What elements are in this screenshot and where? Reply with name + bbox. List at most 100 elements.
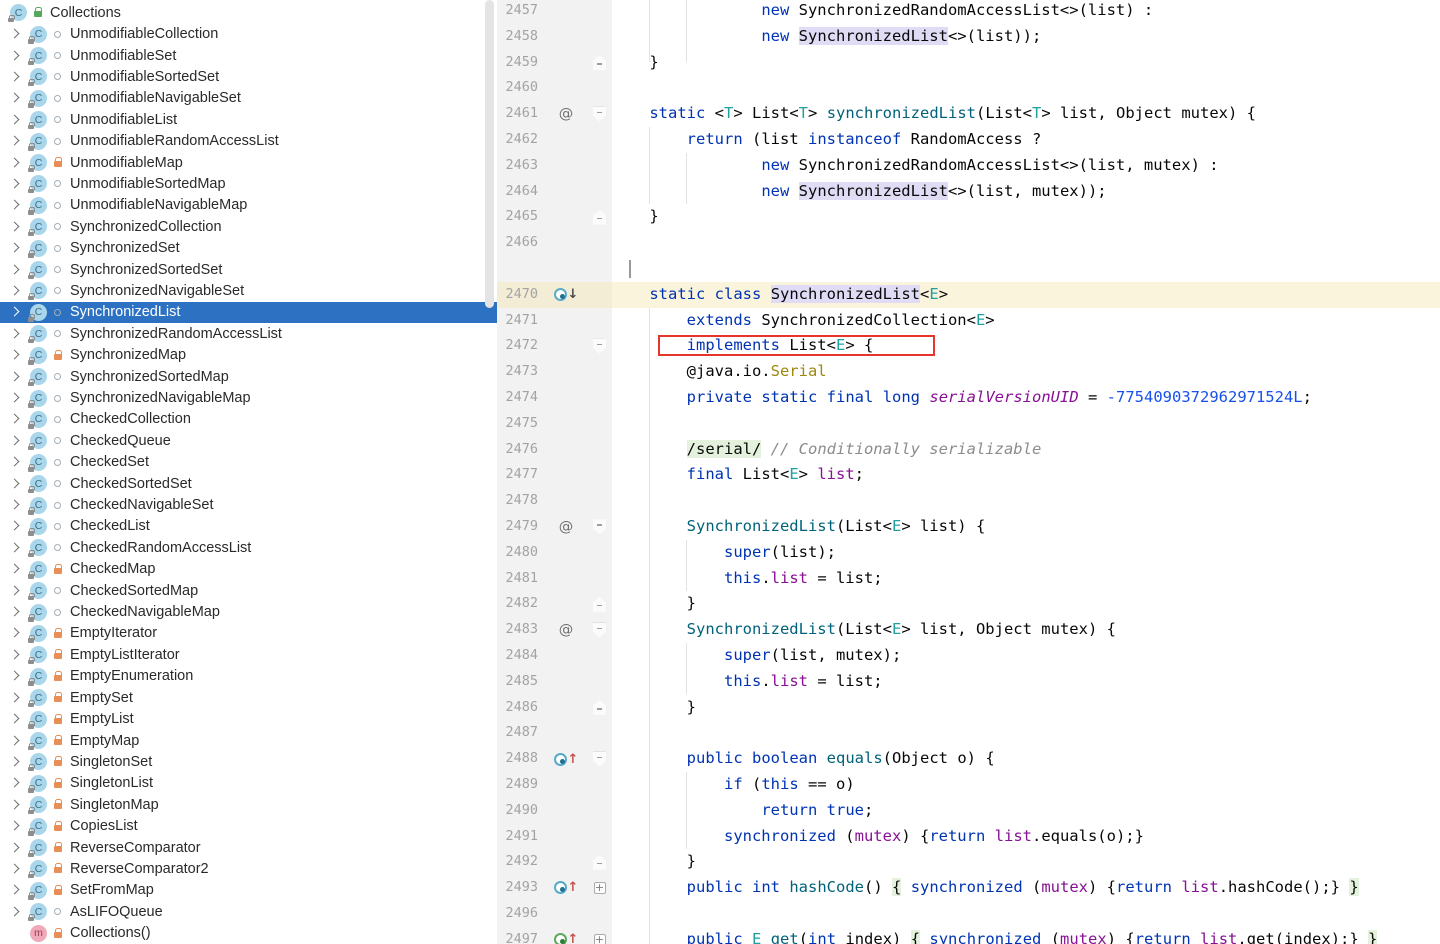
code-line[interactable]: new SynchronizedRandomAccessList<>(list)…	[612, 0, 1440, 24]
code-line[interactable]: }	[612, 204, 1440, 230]
expand-chevron-icon[interactable]	[8, 306, 20, 318]
structure-item[interactable]: C CheckedNavigableMap	[0, 601, 497, 622]
structure-item[interactable]: C CheckedSortedSet	[0, 473, 497, 494]
fold-end-icon[interactable]	[593, 699, 606, 715]
expand-chevron-icon[interactable]	[8, 820, 20, 832]
structure-item[interactable]: C EmptyIterator	[0, 623, 497, 644]
code-line[interactable]: static <T> List<T> synchronizedList(List…	[612, 101, 1440, 127]
structure-item[interactable]: C EmptyListIterator	[0, 644, 497, 665]
structure-item[interactable]: C SynchronizedSet	[0, 237, 497, 258]
code-line[interactable]: new SynchronizedList<>(list, mutex));	[612, 179, 1440, 205]
code-line[interactable]	[612, 488, 1440, 514]
code-line[interactable]: super(list);	[612, 540, 1440, 566]
structure-item[interactable]: m Collections()	[0, 922, 497, 943]
structure-item[interactable]: C SingletonList	[0, 773, 497, 794]
structure-item[interactable]: C AsLIFOQueue	[0, 901, 497, 922]
expand-chevron-icon[interactable]	[8, 392, 20, 404]
structure-item[interactable]: C UnmodifiableCollection	[0, 23, 497, 44]
code-line[interactable]	[612, 230, 1440, 256]
expand-chevron-icon[interactable]	[8, 28, 20, 40]
structure-item[interactable]: C CheckedQueue	[0, 430, 497, 451]
structure-item[interactable]: C SynchronizedSortedSet	[0, 259, 497, 280]
fold-collapse-icon[interactable]	[593, 622, 606, 638]
expand-chevron-icon[interactable]	[8, 435, 20, 447]
code-line[interactable]: if (this == o)	[612, 772, 1440, 798]
structure-item[interactable]: C UnmodifiableSortedMap	[0, 173, 497, 194]
code-line[interactable]: new SynchronizedRandomAccessList<>(list,…	[612, 153, 1440, 179]
code-line[interactable]: static class SynchronizedList<E>	[612, 281, 1440, 308]
expand-chevron-icon[interactable]	[8, 520, 20, 532]
code-line[interactable]	[612, 411, 1440, 437]
expand-chevron-icon[interactable]	[8, 799, 20, 811]
expand-chevron-icon[interactable]	[8, 456, 20, 468]
fold-expand-icon[interactable]: +	[593, 933, 606, 944]
structure-item[interactable]: C SynchronizedNavigableMap	[0, 387, 497, 408]
expand-chevron-icon[interactable]	[8, 606, 20, 618]
code-line[interactable]: public E get(int index) { synchronized (…	[612, 927, 1440, 944]
structure-item[interactable]: C UnmodifiableNavigableMap	[0, 195, 497, 216]
code-line[interactable]	[612, 720, 1440, 746]
fold-expand-icon[interactable]: +	[593, 881, 606, 894]
code-line[interactable]: private static final long serialVersionU…	[612, 385, 1440, 411]
code-line[interactable]: this.list = list;	[612, 669, 1440, 695]
structure-item[interactable]: C SynchronizedCollection	[0, 216, 497, 237]
expand-chevron-icon[interactable]	[8, 114, 20, 126]
structure-item[interactable]: C ReverseComparator	[0, 837, 497, 858]
structure-item[interactable]: C UnmodifiableSet	[0, 45, 497, 66]
structure-item[interactable]: C SingletonMap	[0, 794, 497, 815]
structure-item[interactable]: C EmptyList	[0, 708, 497, 729]
code-line[interactable]: final List<E> list;	[612, 462, 1440, 488]
structure-item[interactable]: C UnmodifiableSortedSet	[0, 66, 497, 87]
structure-item[interactable]: C SynchronizedSortedMap	[0, 366, 497, 387]
expand-chevron-icon[interactable]	[8, 735, 20, 747]
structure-scrollbar[interactable]	[485, 0, 494, 308]
fold-end-icon[interactable]	[593, 854, 606, 870]
expand-chevron-icon[interactable]	[8, 863, 20, 875]
code-line[interactable]: synchronized (mutex) {return list.equals…	[612, 824, 1440, 850]
expand-chevron-icon[interactable]	[8, 50, 20, 62]
structure-item[interactable]: C CheckedSet	[0, 452, 497, 473]
expand-chevron-icon[interactable]	[8, 884, 20, 896]
code-line[interactable]: super(list, mutex);	[612, 643, 1440, 669]
expand-chevron-icon[interactable]	[8, 478, 20, 490]
code-line[interactable]: SynchronizedList(List<E> list, Object mu…	[612, 617, 1440, 643]
code-line[interactable]: new SynchronizedList<>(list));	[612, 24, 1440, 50]
fold-collapse-icon[interactable]	[593, 338, 606, 354]
implementations-icon[interactable]	[553, 288, 567, 302]
structure-item[interactable]: C EmptyMap	[0, 730, 497, 751]
expand-chevron-icon[interactable]	[8, 563, 20, 575]
code-line[interactable]: return true;	[612, 798, 1440, 824]
structure-item[interactable]: C SetFromMap	[0, 880, 497, 901]
code-line[interactable]: implements List<E> {	[612, 333, 1440, 359]
expand-chevron-icon[interactable]	[8, 585, 20, 597]
fold-collapse-icon[interactable]	[593, 106, 606, 122]
expand-chevron-icon[interactable]	[8, 71, 20, 83]
structure-item[interactable]: C EmptyEnumeration	[0, 666, 497, 687]
structure-item[interactable]: C SynchronizedMap	[0, 345, 497, 366]
expand-chevron-icon[interactable]	[8, 199, 20, 211]
structure-item[interactable]: C CheckedCollection	[0, 409, 497, 430]
code-line[interactable]: }	[612, 849, 1440, 875]
fold-collapse-icon[interactable]	[593, 519, 606, 535]
code-line[interactable]: }	[612, 50, 1440, 76]
expand-chevron-icon[interactable]	[8, 371, 20, 383]
expand-chevron-icon[interactable]	[8, 221, 20, 233]
overrides-icon[interactable]: ↑	[568, 753, 579, 766]
structure-item[interactable]: C UnmodifiableNavigableSet	[0, 88, 497, 109]
expand-chevron-icon[interactable]	[8, 499, 20, 511]
structure-item-selected[interactable]: C SynchronizedList	[0, 301, 497, 324]
structure-item[interactable]: C ReverseComparator2	[0, 858, 497, 879]
expand-chevron-icon[interactable]	[8, 178, 20, 190]
code-line[interactable]: }	[612, 591, 1440, 617]
expand-chevron-icon[interactable]	[8, 328, 20, 340]
expand-chevron-icon[interactable]	[8, 542, 20, 554]
code-line[interactable]	[612, 901, 1440, 927]
expand-chevron-icon[interactable]	[8, 649, 20, 661]
expand-chevron-icon[interactable]	[8, 285, 20, 297]
expand-chevron-icon[interactable]	[8, 842, 20, 854]
structure-item[interactable]: C Collections	[0, 2, 497, 23]
code-line[interactable]	[612, 75, 1440, 101]
implementations-icon[interactable]	[553, 752, 567, 766]
fold-collapse-icon[interactable]	[593, 751, 606, 767]
code-line[interactable]: public boolean equals(Object o) {	[612, 746, 1440, 772]
